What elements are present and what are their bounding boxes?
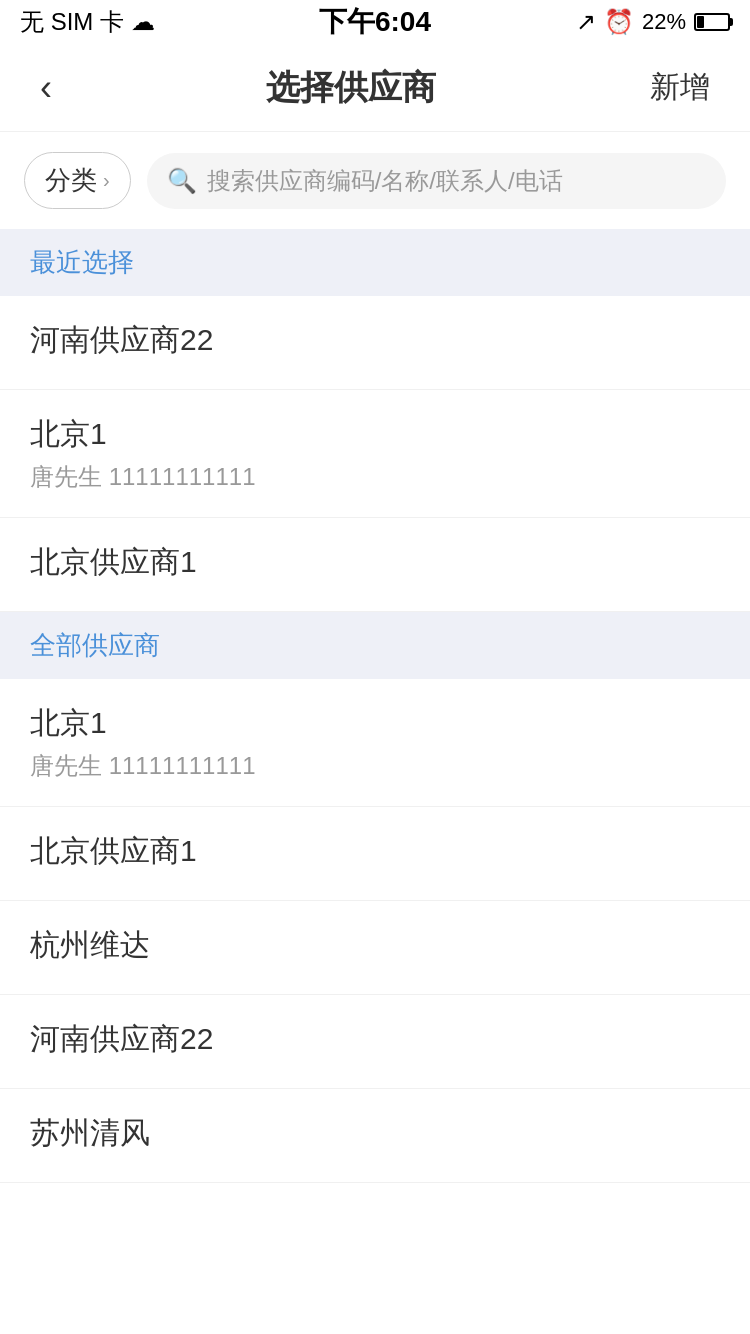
item-sub: 唐先生 11111111111 <box>30 750 720 782</box>
search-icon: 🔍 <box>167 167 197 195</box>
item-name: 北京1 <box>30 703 720 744</box>
recent-section-label: 最近选择 <box>30 247 134 277</box>
list-item[interactable]: 北京供应商1 <box>0 518 750 612</box>
search-bar: 分类 › 🔍 搜索供应商编码/名称/联系人/电话 <box>0 132 750 229</box>
battery-text: 22% <box>642 9 686 35</box>
add-button[interactable]: 新增 <box>640 57 720 118</box>
search-input-wrap[interactable]: 🔍 搜索供应商编码/名称/联系人/电话 <box>147 153 726 209</box>
nav-bar: ‹ 选择供应商 新增 <box>0 44 750 132</box>
back-button[interactable]: ‹ <box>30 57 62 119</box>
category-button[interactable]: 分类 › <box>24 152 131 209</box>
item-name: 河南供应商22 <box>30 1019 720 1060</box>
page-title: 选择供应商 <box>62 65 640 111</box>
all-section-header: 全部供应商 <box>0 612 750 679</box>
list-item[interactable]: 杭州维达 <box>0 901 750 995</box>
item-name: 杭州维达 <box>30 925 720 966</box>
sim-status: 无 SIM 卡 ☁ <box>20 6 155 38</box>
location-icon: ↗ <box>576 8 596 36</box>
chevron-right-icon: › <box>103 169 110 192</box>
category-label: 分类 <box>45 163 97 198</box>
all-list: 北京1 唐先生 11111111111 北京供应商1 杭州维达河南供应商22 苏州清风 <box>0 679 750 1183</box>
recent-list: 河南供应商22 北京1 唐先生 11111111111 北京供应商1 <box>0 296 750 612</box>
item-name: 河南供应商22 <box>30 320 720 361</box>
item-name: 北京供应商1 <box>30 542 720 583</box>
list-item[interactable]: 河南供应商22 <box>0 296 750 390</box>
list-item[interactable]: 苏州清风 <box>0 1089 750 1183</box>
search-placeholder: 搜索供应商编码/名称/联系人/电话 <box>207 165 563 197</box>
item-sub: 唐先生 11111111111 <box>30 461 720 493</box>
battery-icon <box>694 13 730 31</box>
alarm-icon: ⏰ <box>604 8 634 36</box>
item-name: 北京供应商1 <box>30 831 720 872</box>
recent-section-header: 最近选择 <box>0 229 750 296</box>
item-name: 苏州清风 <box>30 1113 720 1154</box>
status-time: 下午6:04 <box>319 3 431 41</box>
item-name: 北京1 <box>30 414 720 455</box>
status-bar: 无 SIM 卡 ☁ 下午6:04 ↗ ⏰ 22% <box>0 0 750 44</box>
all-section-label: 全部供应商 <box>30 630 160 660</box>
status-left: 无 SIM 卡 ☁ <box>20 6 155 38</box>
list-item[interactable]: 北京1 唐先生 11111111111 <box>0 679 750 807</box>
status-right: ↗ ⏰ 22% <box>576 8 730 36</box>
list-item[interactable]: 河南供应商22 <box>0 995 750 1089</box>
list-item[interactable]: 北京供应商1 <box>0 807 750 901</box>
list-item[interactable]: 北京1 唐先生 11111111111 <box>0 390 750 518</box>
